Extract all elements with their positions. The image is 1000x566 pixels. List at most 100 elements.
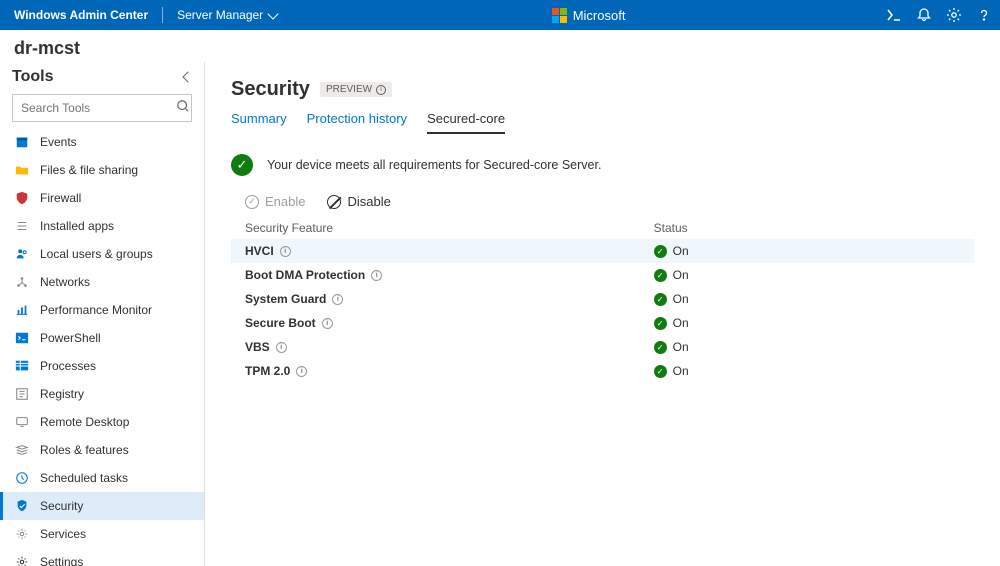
col-status: Status	[640, 217, 974, 239]
topbar-left: Windows Admin Center Server Manager	[0, 0, 291, 30]
gear-icon[interactable]	[946, 7, 962, 23]
status-cell: ✓On	[654, 244, 960, 258]
disable-button[interactable]: Disable	[327, 194, 390, 209]
checkmark-icon: ✓	[231, 154, 253, 176]
topbar-right	[886, 7, 1000, 23]
sidebar-item-label: Local users & groups	[40, 247, 153, 261]
search-input[interactable]	[21, 101, 176, 115]
tool-list[interactable]: Events Files & file sharing Firewall Ins…	[0, 128, 204, 566]
clock-icon	[14, 470, 30, 486]
sidebar-item-events[interactable]: Events	[0, 128, 204, 156]
feature-name: HVCIi	[245, 244, 626, 258]
network-icon	[14, 274, 30, 290]
sidebar-item-processes[interactable]: Processes	[0, 352, 204, 380]
microsoft-logo-icon	[552, 8, 567, 23]
table-row[interactable]: System Guardi ✓On	[231, 287, 974, 311]
terminal-icon	[14, 330, 30, 346]
disable-icon	[327, 195, 341, 209]
status-cell: ✓On	[654, 364, 960, 378]
sidebar-item-services[interactable]: Services	[0, 520, 204, 548]
table-row[interactable]: HVCIi ✓On	[231, 239, 974, 263]
tab-secured-core[interactable]: Secured-core	[427, 111, 505, 134]
info-icon[interactable]: i	[371, 270, 382, 281]
table-row[interactable]: Secure Booti ✓On	[231, 311, 974, 335]
sidebar-item-performance-monitor[interactable]: Performance Monitor	[0, 296, 204, 324]
tab-protection-history[interactable]: Protection history	[307, 111, 407, 134]
sidebar-item-scheduled-tasks[interactable]: Scheduled tasks	[0, 464, 204, 492]
search-icon	[176, 99, 190, 118]
folder-icon	[14, 162, 30, 178]
shield-icon	[14, 190, 30, 206]
calendar-icon	[14, 134, 30, 150]
info-icon[interactable]: i	[322, 318, 333, 329]
table-row[interactable]: TPM 2.0i ✓On	[231, 359, 974, 383]
gear-icon	[14, 554, 30, 566]
search-tools[interactable]	[12, 94, 192, 122]
info-icon[interactable]: i	[376, 85, 386, 95]
col-feature: Security Feature	[231, 217, 640, 239]
sidebar-item-label: Security	[40, 499, 83, 513]
tab-summary[interactable]: Summary	[231, 111, 287, 134]
grid-icon	[14, 358, 30, 374]
table-row[interactable]: VBSi ✓On	[231, 335, 974, 359]
feature-name: TPM 2.0i	[245, 364, 626, 378]
status-on-icon: ✓	[654, 365, 667, 378]
status-on-icon: ✓	[654, 293, 667, 306]
sidebar-item-label: Processes	[40, 359, 96, 373]
info-icon[interactable]: i	[276, 342, 287, 353]
context-dropdown-label: Server Manager	[177, 8, 263, 22]
bell-icon[interactable]	[916, 7, 932, 23]
brand-label: Microsoft	[573, 8, 626, 23]
sidebar-item-firewall[interactable]: Firewall	[0, 184, 204, 212]
info-icon[interactable]: i	[280, 246, 291, 257]
status-banner: ✓ Your device meets all requirements for…	[231, 154, 974, 176]
sidebar-item-registry[interactable]: Registry	[0, 380, 204, 408]
sidebar-item-remote-desktop[interactable]: Remote Desktop	[0, 408, 204, 436]
sidebar-item-label: Registry	[40, 387, 84, 401]
action-bar: ✓ Enable Disable	[231, 190, 974, 217]
sidebar-collapse-button[interactable]	[184, 68, 192, 86]
sidebar-item-networks[interactable]: Networks	[0, 268, 204, 296]
sidebar-item-local-users-groups[interactable]: Local users & groups	[0, 240, 204, 268]
sidebar-item-label: Remote Desktop	[40, 415, 129, 429]
sidebar-item-settings[interactable]: Settings	[0, 548, 204, 566]
sidebar-item-powershell[interactable]: PowerShell	[0, 324, 204, 352]
enable-icon: ✓	[245, 195, 259, 209]
feature-name: System Guardi	[245, 292, 626, 306]
chevron-left-icon	[182, 71, 193, 82]
app-name[interactable]: Windows Admin Center	[0, 8, 162, 22]
main-content: Security PREVIEW i Summary Protection his…	[205, 62, 1000, 566]
status-cell: ✓On	[654, 340, 960, 354]
status-on-icon: ✓	[654, 317, 667, 330]
sidebar-item-label: Events	[40, 135, 77, 149]
status-cell: ✓On	[654, 268, 960, 282]
status-cell: ✓On	[654, 292, 960, 306]
sidebar-item-label: Networks	[40, 275, 90, 289]
sidebar-item-security[interactable]: Security	[0, 492, 204, 520]
feature-name: VBSi	[245, 340, 626, 354]
sidebar-item-label: PowerShell	[40, 331, 101, 345]
info-icon[interactable]: i	[332, 294, 343, 305]
console-icon[interactable]	[886, 7, 902, 23]
sidebar-item-files-file-sharing[interactable]: Files & file sharing	[0, 156, 204, 184]
registry-icon	[14, 386, 30, 402]
help-icon[interactable]	[976, 7, 992, 23]
context-dropdown[interactable]: Server Manager	[163, 8, 291, 22]
top-bar: Windows Admin Center Server Manager Micr…	[0, 0, 1000, 30]
sidebar-item-label: Scheduled tasks	[40, 471, 128, 485]
sidebar-title: Tools	[12, 68, 53, 86]
status-on-icon: ✓	[654, 341, 667, 354]
page-title: Security	[231, 78, 310, 101]
info-icon[interactable]: i	[296, 366, 307, 377]
gear-icon	[14, 526, 30, 542]
users-icon	[14, 246, 30, 262]
sidebar-item-label: Settings	[40, 555, 83, 566]
sidebar-item-roles-features[interactable]: Roles & features	[0, 436, 204, 464]
sidebar-item-installed-apps[interactable]: Installed apps	[0, 212, 204, 240]
table-row[interactable]: Boot DMA Protectioni ✓On	[231, 263, 974, 287]
sidebar-item-label: Firewall	[40, 191, 81, 205]
chevron-down-icon	[268, 8, 279, 19]
sidebar-item-label: Files & file sharing	[40, 163, 138, 177]
preview-badge: PREVIEW i	[320, 82, 392, 97]
server-name: dr-mcst	[14, 38, 80, 59]
